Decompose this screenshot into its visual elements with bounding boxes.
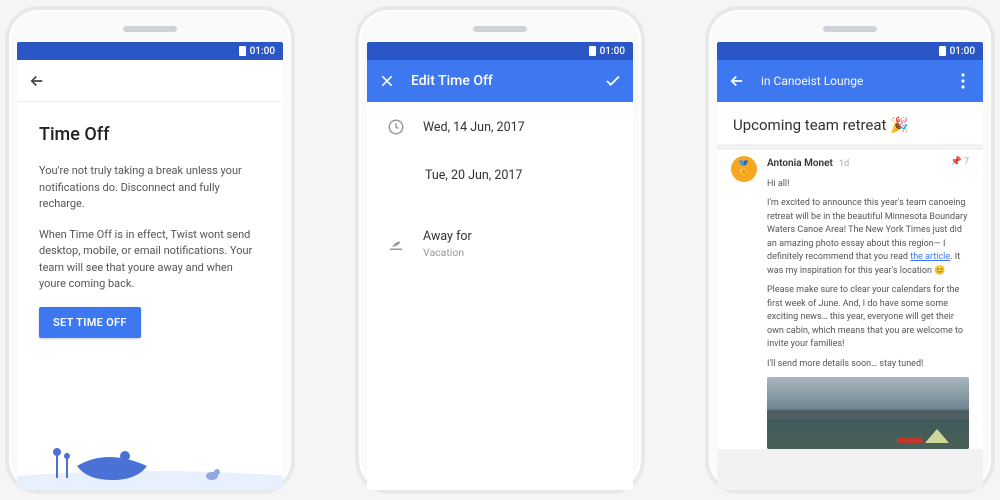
clock-icon (387, 118, 405, 136)
appbar-title: Edit Time Off (411, 73, 589, 89)
status-time: 01:00 (250, 46, 275, 57)
end-date-row[interactable]: Tue, 20 Jun, 2017 (367, 152, 633, 199)
content-area: Upcoming team retreat 🎉 🏅 Antonia Monet … (717, 102, 983, 490)
phone-speaker (823, 26, 877, 32)
close-icon[interactable] (377, 71, 397, 91)
content-area: Wed, 14 Jun, 2017 Tue, 20 Jun, 2017 Away… (367, 102, 633, 490)
away-for-row[interactable]: Away for Vacation (367, 213, 633, 275)
more-icon[interactable] (953, 71, 973, 91)
confirm-icon[interactable] (603, 71, 623, 91)
screen-thread-view: 01:00 in Canoeist Lounge Upcoming team r… (717, 42, 983, 490)
app-bar: in Canoeist Lounge (717, 60, 983, 102)
post-age: 1d (839, 159, 849, 169)
content-area: Time Off You're not truly taking a break… (17, 102, 283, 490)
back-icon[interactable] (27, 71, 47, 91)
battery-icon (939, 46, 946, 56)
post: 🏅 Antonia Monet 1d 📌 7 Hi all! I'm excit… (717, 150, 983, 449)
battery-icon (589, 46, 596, 56)
post-para-2: Please make sure to clear your calendars… (767, 284, 969, 352)
phone-speaker (123, 26, 177, 32)
article-link[interactable]: the article (910, 252, 950, 262)
vacation-icon (387, 235, 405, 253)
phone-frame: 01:00 Time Off You're not truly taking a… (5, 6, 295, 494)
tent-shape (925, 429, 949, 443)
post-line-hi: Hi all! (767, 178, 969, 192)
status-bar: 01:00 (367, 42, 633, 60)
away-for-label: Away for (423, 229, 472, 244)
start-date-value: Wed, 14 Jun, 2017 (423, 120, 525, 135)
app-bar: Edit Time Off (367, 60, 633, 102)
phone-speaker (473, 26, 527, 32)
relax-illustration (17, 406, 283, 490)
post-author[interactable]: Antonia Monet (767, 158, 833, 169)
kayak-shape (897, 438, 923, 443)
screen-time-off-info: 01:00 Time Off You're not truly taking a… (17, 42, 283, 490)
post-para-1: I'm excited to announce this year's team… (767, 197, 969, 278)
thread-title: Upcoming team retreat 🎉 (717, 102, 983, 144)
app-bar (17, 60, 283, 102)
pin-count[interactable]: 📌 7 (950, 156, 969, 170)
post-para-3: I'll send more details soon… stay tuned! (767, 358, 969, 372)
avatar[interactable]: 🏅 (731, 156, 757, 182)
screen-edit-time-off: 01:00 Edit Time Off Wed, 14 Jun, 2017 (367, 42, 633, 490)
status-bar: 01:00 (717, 42, 983, 60)
status-time: 01:00 (600, 46, 625, 57)
start-date-row[interactable]: Wed, 14 Jun, 2017 (367, 102, 633, 152)
end-date-value: Tue, 20 Jun, 2017 (425, 168, 522, 183)
post-image[interactable] (767, 377, 969, 449)
battery-icon (239, 46, 246, 56)
status-time: 01:00 (950, 46, 975, 57)
status-bar: 01:00 (17, 42, 283, 60)
intro-para-2: When Time Off is in effect, Twist wont s… (39, 227, 261, 293)
phone-frame: 01:00 in Canoeist Lounge Upcoming team r… (705, 6, 995, 494)
page-title: Time Off (39, 124, 261, 145)
channel-name[interactable]: in Canoeist Lounge (761, 74, 939, 88)
intro-para-1: You're not truly taking a break unless y… (39, 163, 261, 213)
back-icon[interactable] (727, 71, 747, 91)
phone-frame: 01:00 Edit Time Off Wed, 14 Jun, 2017 (355, 6, 645, 494)
away-for-value: Vacation (423, 246, 472, 259)
set-time-off-button[interactable]: SET TIME OFF (39, 307, 141, 338)
